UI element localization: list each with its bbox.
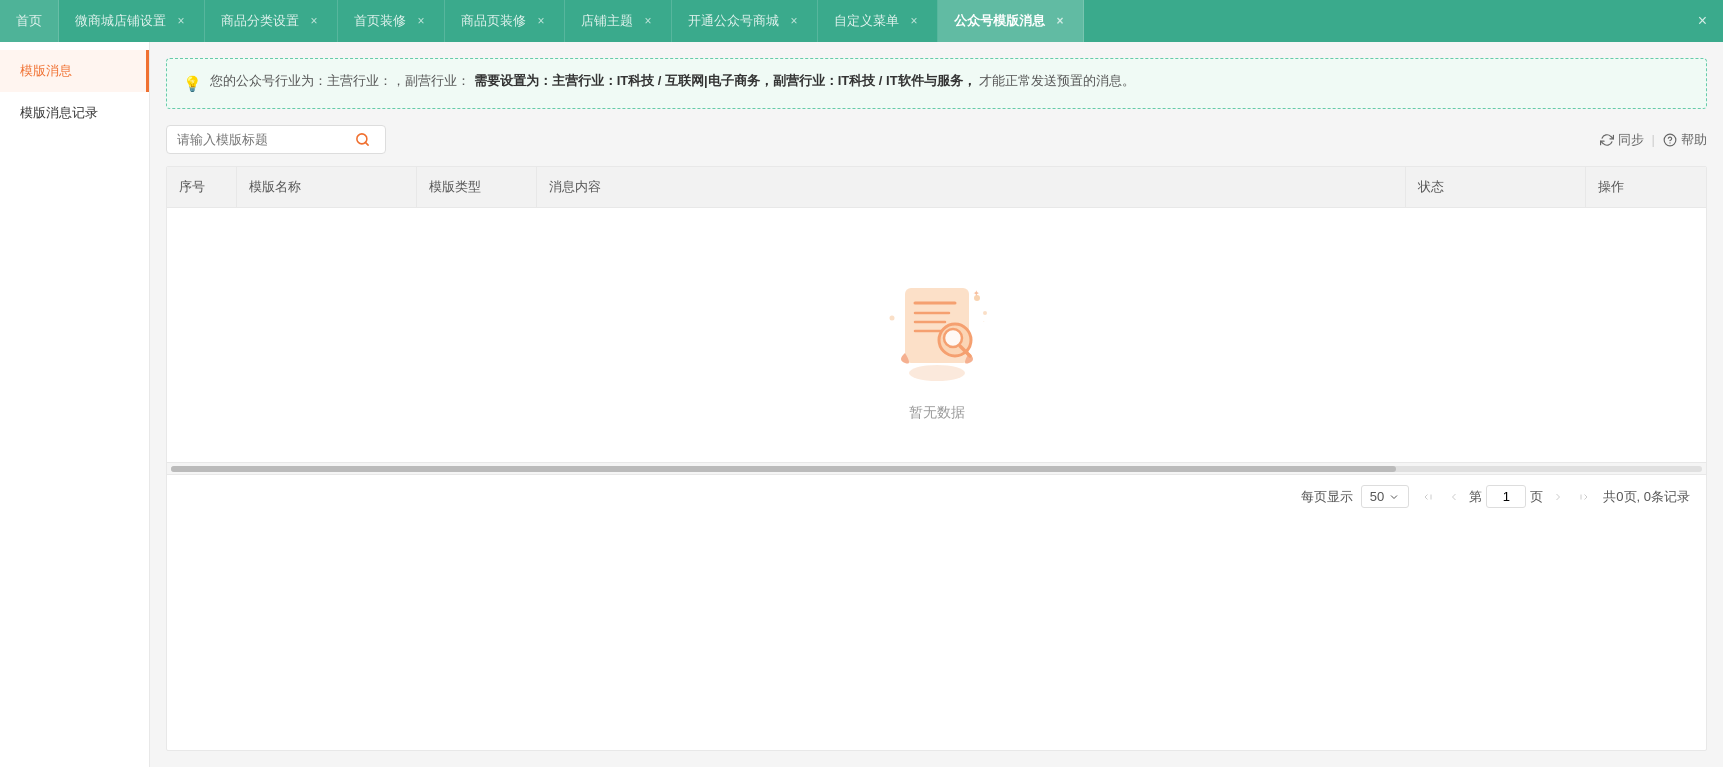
tab-home-label: 首页 <box>16 12 42 30</box>
svg-point-11 <box>944 329 962 347</box>
search-input-wrap <box>166 125 386 154</box>
tab-home-decor-label: 首页装修 <box>354 12 406 30</box>
help-icon <box>1663 133 1677 147</box>
sidebar-item-template-msg-log-label: 模版消息记录 <box>20 105 98 120</box>
page-prev-button[interactable] <box>1443 489 1465 505</box>
table-header: 序号 模版名称 模版类型 消息内容 状态 操作 <box>167 167 1706 208</box>
notice-text: 您的公众号行业为：主营行业：，副营行业： 需要设置为：主营行业：IT科技 / 互… <box>210 71 1135 92</box>
sync-label: 同步 <box>1618 131 1644 149</box>
tab-template-msg[interactable]: 公众号模版消息 × <box>938 0 1084 42</box>
col-type: 模版类型 <box>417 167 537 207</box>
page-unit-label: 页 <box>1530 488 1543 506</box>
tab-product-category-label: 商品分类设置 <box>221 12 299 30</box>
col-action: 操作 <box>1586 167 1706 207</box>
tab-product-category-close[interactable]: × <box>307 14 321 28</box>
search-row: 同步 | 帮助 <box>166 125 1707 154</box>
chevron-left-icon <box>1448 491 1460 503</box>
content-area: 💡 您的公众号行业为：主营行业：，副营行业： 需要设置为：主营行业：IT科技 /… <box>150 42 1723 767</box>
horizontal-scrollbar[interactable] <box>167 462 1706 474</box>
page-last-button[interactable] <box>1573 489 1595 505</box>
empty-text: 暂无数据 <box>909 404 965 422</box>
scrollbar-thumb <box>171 466 1396 472</box>
col-name: 模版名称 <box>237 167 417 207</box>
chevron-down-icon <box>1388 491 1400 503</box>
sync-button[interactable]: 同步 <box>1600 131 1644 149</box>
col-status: 状态 <box>1406 167 1586 207</box>
page-size-label: 每页显示 <box>1301 488 1353 506</box>
tab-product-decor-label: 商品页装修 <box>461 12 526 30</box>
svg-text:✦: ✦ <box>973 289 980 298</box>
empty-icon: ✦ · <box>877 268 997 388</box>
main-layout: 模版消息 模版消息记录 💡 您的公众号行业为：主营行业：，副营行业： 需要设置为… <box>0 42 1723 767</box>
tab-home-decor[interactable]: 首页装修 × <box>338 0 445 42</box>
toolbar-right: 同步 | 帮助 <box>1600 131 1707 149</box>
svg-point-15 <box>889 316 894 321</box>
sidebar-item-template-msg-log[interactable]: 模版消息记录 <box>0 92 149 134</box>
svg-line-1 <box>365 142 368 145</box>
empty-state: ✦ · 暂无数据 <box>167 208 1706 462</box>
notice-highlight: 需要设置为：主营行业：IT科技 / 互联网|电子商务，副营行业：IT科技 / I… <box>474 73 976 88</box>
page-input[interactable] <box>1486 485 1526 508</box>
svg-point-14 <box>983 311 987 315</box>
col-content: 消息内容 <box>537 167 1406 207</box>
tab-home-decor-close[interactable]: × <box>414 14 428 28</box>
help-label: 帮助 <box>1681 131 1707 149</box>
page-nav: 第 页 <box>1417 485 1595 508</box>
tab-shop-theme[interactable]: 店铺主题 × <box>565 0 672 42</box>
search-icon <box>355 132 370 147</box>
scrollbar-track <box>171 466 1702 472</box>
tab-open-mall-label: 开通公众号商城 <box>688 12 779 30</box>
tab-template-msg-label: 公众号模版消息 <box>954 12 1045 30</box>
sidebar-item-template-msg-label: 模版消息 <box>20 63 72 78</box>
tab-custom-menu[interactable]: 自定义菜单 × <box>818 0 938 42</box>
tab-custom-menu-close[interactable]: × <box>907 14 921 28</box>
help-button[interactable]: 帮助 <box>1663 131 1707 149</box>
pagination-row: 每页显示 50 <box>167 474 1706 518</box>
tab-product-category[interactable]: 商品分类设置 × <box>205 0 338 42</box>
chevron-right-icon <box>1552 491 1564 503</box>
global-close-button[interactable]: × <box>1682 0 1723 42</box>
page-size-value: 50 <box>1370 489 1384 504</box>
tab-bar: 首页 微商城店铺设置 × 商品分类设置 × 首页装修 × 商品页装修 × 店铺主… <box>0 0 1723 42</box>
notice-suffix: 才能正常发送预置的消息。 <box>979 73 1135 88</box>
sidebar-item-template-msg[interactable]: 模版消息 <box>0 50 149 92</box>
tab-wshop-settings-label: 微商城店铺设置 <box>75 12 166 30</box>
page-prefix-label: 第 <box>1469 488 1482 506</box>
sidebar: 模版消息 模版消息记录 <box>0 42 150 767</box>
tab-template-msg-close[interactable]: × <box>1053 14 1067 28</box>
notice-icon: 💡 <box>183 72 202 96</box>
svg-text:·: · <box>983 318 985 324</box>
tab-shop-theme-label: 店铺主题 <box>581 12 633 30</box>
page-total: 共0页, 0条记录 <box>1603 488 1690 506</box>
tab-open-mall-close[interactable]: × <box>787 14 801 28</box>
page-first-icon <box>1422 491 1434 503</box>
col-index: 序号 <box>167 167 237 207</box>
page-size-select[interactable]: 50 <box>1361 485 1409 508</box>
search-button[interactable] <box>347 126 378 153</box>
tab-shop-theme-close[interactable]: × <box>641 14 655 28</box>
tab-custom-menu-label: 自定义菜单 <box>834 12 899 30</box>
tab-home[interactable]: 首页 <box>0 0 59 42</box>
page-last-icon <box>1578 491 1590 503</box>
page-first-button[interactable] <box>1417 489 1439 505</box>
tab-product-decor[interactable]: 商品页装修 × <box>445 0 565 42</box>
sync-icon <box>1600 133 1614 147</box>
tab-wshop-settings-close[interactable]: × <box>174 14 188 28</box>
notice-prefix: 您的公众号行业为：主营行业：，副营行业： <box>210 73 470 88</box>
tab-open-mall[interactable]: 开通公众号商城 × <box>672 0 818 42</box>
page-next-button[interactable] <box>1547 489 1569 505</box>
search-input[interactable] <box>167 126 347 153</box>
toolbar-divider: | <box>1652 132 1655 147</box>
notice-box: 💡 您的公众号行业为：主营行业：，副营行业： 需要设置为：主营行业：IT科技 /… <box>166 58 1707 109</box>
svg-point-4 <box>909 365 965 381</box>
tab-product-decor-close[interactable]: × <box>534 14 548 28</box>
data-table: 序号 模版名称 模版类型 消息内容 状态 操作 <box>166 166 1707 751</box>
tab-wshop-settings[interactable]: 微商城店铺设置 × <box>59 0 205 42</box>
